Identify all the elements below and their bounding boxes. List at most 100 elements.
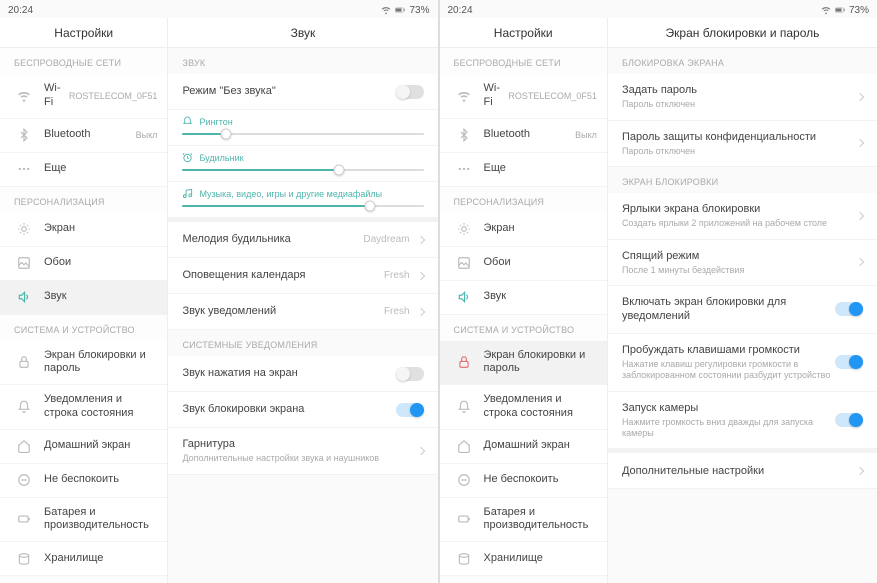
chevron-right-icon (856, 93, 864, 101)
detail-panel: БЛОКИРОВКА ЭКРАНА Задать парольПароль от… (608, 48, 877, 583)
setting-wake-for-notifications[interactable]: Включать экран блокировки для уведомлени… (608, 286, 877, 334)
setting-label: Ярлыки экрана блокировки (622, 202, 857, 216)
sidebar-item-sound[interactable]: Звук (0, 281, 167, 315)
setting-notification-sound[interactable]: Звук уведомлений Fresh (168, 294, 437, 330)
sun-icon (454, 222, 474, 236)
setting-label: Пробуждать клавишами громкости (622, 343, 835, 357)
sidebar-item-display[interactable]: Экран (0, 213, 167, 247)
sidebar-item-battery[interactable]: Батарея и производительность (0, 498, 167, 543)
battery-icon (395, 5, 405, 15)
toggle-launch-camera[interactable] (835, 413, 863, 427)
toggle-wake-volume[interactable] (835, 355, 863, 369)
sidebar-item-label: Экран блокировки и пароль (484, 349, 597, 377)
section-system: СИСТЕМА И УСТРОЙСТВО (440, 315, 607, 341)
sidebar-item-label: Хранилище (484, 552, 597, 566)
home-icon (454, 439, 474, 453)
sidebar-item-label: Экран блокировки и пароль (44, 349, 157, 377)
sidebar: БЕСПРОВОДНЫЕ СЕТИ Wi-Fi ROSTELECOM_0F51 … (440, 48, 608, 583)
slider-thumb[interactable] (334, 165, 345, 176)
sidebar-item-display[interactable]: Экран (440, 213, 607, 247)
sidebar-item-bluetooth[interactable]: Bluetooth Выкл (440, 119, 607, 153)
lock-icon (14, 355, 34, 369)
slider-ringtone: Рингтон (168, 110, 437, 146)
page-title-right: Экран блокировки и пароль (608, 18, 877, 47)
slider-track[interactable] (182, 169, 423, 171)
toggle-tap-sound[interactable] (396, 367, 424, 381)
setting-additional[interactable]: Дополнительные настройки (608, 453, 877, 489)
section-wireless: БЕСПРОВОДНЫЕ СЕТИ (0, 48, 167, 74)
status-right: 73% (381, 5, 429, 16)
setting-label: Звук блокировки экрана (182, 402, 395, 416)
alarm-icon (182, 152, 193, 163)
setting-wake-volume-keys[interactable]: Пробуждать клавишами громкостиНажатие кл… (608, 334, 877, 392)
sidebar-item-more[interactable]: Еще (0, 153, 167, 187)
slider-thumb[interactable] (365, 201, 376, 212)
sidebar-item-notifications[interactable]: Уведомления и строка состояния (440, 385, 607, 430)
device-left: 20:24 73% Настройки Звук БЕСПРОВОДНЫЕ СЕ… (0, 0, 438, 583)
bell-icon (454, 400, 474, 414)
sidebar-item-value: ROSTELECOM_0F51 (508, 91, 597, 101)
toggle-lock-sound[interactable] (396, 403, 424, 417)
setting-lock-sound[interactable]: Звук блокировки экрана (168, 392, 437, 428)
toggle-silent[interactable] (396, 85, 424, 99)
chevron-right-icon (416, 307, 424, 315)
setting-headset[interactable]: ГарнитураДополнительные настройки звука … (168, 428, 437, 475)
setting-tap-sound[interactable]: Звук нажатия на экран (168, 356, 437, 392)
sidebar-item-sound[interactable]: Звук (440, 281, 607, 315)
setting-label: Дополнительные настройки (622, 464, 857, 478)
sidebar-item-home[interactable]: Домашний экран (0, 430, 167, 464)
sidebar-item-lock[interactable]: Экран блокировки и пароль (0, 341, 167, 386)
sidebar-item-dnd[interactable]: Не беспокоить (440, 464, 607, 498)
sidebar-item-wallpaper[interactable]: Обои (0, 247, 167, 281)
sidebar-item-lock[interactable]: Экран блокировки и пароль (440, 341, 607, 386)
wifi-icon (14, 89, 34, 103)
sidebar-item-label: Уведомления и строка состояния (44, 393, 157, 421)
setting-launch-camera[interactable]: Запуск камерыНажмите громкость вниз дваж… (608, 392, 877, 450)
sidebar-item-label: Wi-Fi (484, 82, 505, 110)
setting-value: Daydream (363, 234, 409, 245)
setting-alarm-tone[interactable]: Мелодия будильника Daydream (168, 222, 437, 258)
sidebar-item-label: Еще (44, 162, 157, 176)
setting-lockscreen-shortcuts[interactable]: Ярлыки экрана блокировки Создать ярлыки 2… (608, 193, 877, 240)
chevron-right-icon (856, 467, 864, 475)
volume-icon (454, 290, 474, 304)
sidebar-item-more[interactable]: Еще (440, 153, 607, 187)
sidebar-item-wifi[interactable]: Wi-Fi ROSTELECOM_0F51 (0, 74, 167, 119)
sidebar-item-dnd[interactable]: Не беспокоить (0, 464, 167, 498)
section-personalization: ПЕРСОНАЛИЗАЦИЯ (0, 187, 167, 213)
lock-icon (454, 355, 474, 369)
section-lockscreen: ЭКРАН БЛОКИРОВКИ (608, 167, 877, 193)
setting-silent-mode[interactable]: Режим "Без звука" (168, 74, 437, 110)
sidebar-item-storage[interactable]: Хранилище (0, 542, 167, 576)
sidebar-item-notifications[interactable]: Уведомления и строка состояния (0, 385, 167, 430)
setting-sleep-mode[interactable]: Спящий режимПосле 1 минуты бездействия (608, 240, 877, 287)
wifi-icon (454, 89, 474, 103)
setting-label: Гарнитура (182, 437, 417, 451)
slider-alarm: Будильник (168, 146, 437, 182)
sidebar-item-value: Выкл (136, 130, 158, 140)
setting-calendar-alerts[interactable]: Оповещения календаря Fresh (168, 258, 437, 294)
setting-sub: Нажмите громкость вниз дважды для запуск… (622, 417, 835, 440)
wifi-icon (381, 5, 391, 15)
slider-track[interactable] (182, 205, 423, 207)
sidebar-item-bluetooth[interactable]: Bluetooth Выкл (0, 119, 167, 153)
setting-set-password[interactable]: Задать парольПароль отключен (608, 74, 877, 121)
sidebar-item-storage[interactable]: Хранилище (440, 542, 607, 576)
toggle-wake-notifications[interactable] (835, 302, 863, 316)
sidebar-item-home[interactable]: Домашний экран (440, 430, 607, 464)
slider-track[interactable] (182, 133, 423, 135)
sidebar-item-label: Домашний экран (484, 439, 597, 453)
setting-sub: Создать ярлыки 2 приложений на рабочем с… (622, 218, 857, 229)
sidebar-item-value: ROSTELECOM_0F51 (69, 91, 158, 101)
status-battery: 73% (409, 5, 429, 16)
device-right: 20:24 73% Настройки Экран блокировки и п… (440, 0, 877, 583)
ringtone-icon (182, 116, 193, 127)
sidebar-item-wallpaper[interactable]: Обои (440, 247, 607, 281)
sidebar-item-wifi[interactable]: Wi-Fi ROSTELECOM_0F51 (440, 74, 607, 119)
storage-icon (14, 552, 34, 566)
setting-privacy-password[interactable]: Пароль защиты конфиденциальностиПароль о… (608, 121, 877, 168)
sidebar-item-label: Домашний экран (44, 439, 157, 453)
slider-thumb[interactable] (220, 129, 231, 140)
sidebar-item-battery[interactable]: Батарея и производительность (440, 498, 607, 543)
page-title-right: Звук (168, 18, 437, 47)
